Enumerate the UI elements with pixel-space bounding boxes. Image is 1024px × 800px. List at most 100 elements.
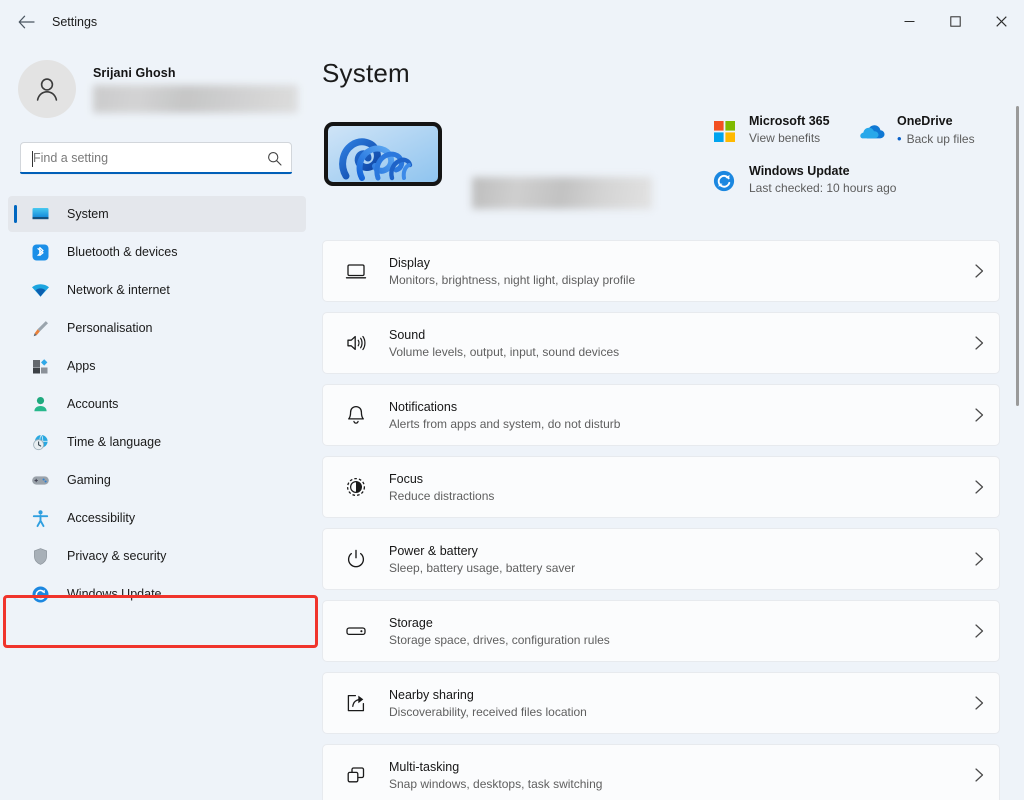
power-icon [343, 546, 369, 572]
cloud-services-row-bottom: Windows Update Last checked: 10 hours ag… [710, 164, 1010, 195]
maximize-button[interactable] [932, 0, 978, 42]
main-content: System Microsoft 365 View benefits OneDr… [312, 42, 1024, 800]
settings-row-text: Focus Reduce distractions [389, 472, 959, 503]
sidebar-item-system[interactable]: System [8, 196, 306, 232]
sidebar-item-windows-update[interactable]: Windows Update [8, 576, 306, 612]
settings-row-text: Power & battery Sleep, battery usage, ba… [389, 544, 959, 575]
device-thumbnail[interactable] [324, 122, 442, 186]
search-input[interactable]: Find a setting [20, 142, 292, 174]
settings-row-storage[interactable]: Storage Storage space, drives, configura… [322, 600, 1000, 662]
microsoft-365-text: Microsoft 365 View benefits [749, 114, 830, 145]
settings-row-subtitle: Discoverability, received files location [389, 704, 587, 719]
minimize-button[interactable] [886, 0, 932, 42]
chevron-right-icon [959, 624, 999, 638]
settings-row-subtitle: Sleep, battery usage, battery saver [389, 560, 576, 575]
cloud-subtitle: Back up files [897, 131, 975, 146]
chevron-right-icon [959, 264, 999, 278]
settings-row-title: Storage [389, 615, 433, 630]
windows-update-status-card[interactable]: Windows Update Last checked: 10 hours ag… [710, 164, 896, 195]
bell-icon [343, 402, 369, 428]
window-title: Settings [52, 15, 98, 29]
storage-drive-icon [343, 618, 369, 644]
back-button[interactable] [10, 8, 42, 36]
text-cursor [32, 151, 33, 167]
person-avatar-icon [36, 78, 58, 101]
gamepad-icon [30, 470, 50, 490]
sidebar-item-network-internet[interactable]: Network & internet [8, 272, 306, 308]
settings-row-nearby-sharing[interactable]: Nearby sharing Discoverability, received… [322, 672, 1000, 734]
settings-row-sound[interactable]: Sound Volume levels, output, input, soun… [322, 312, 1000, 374]
minimize-icon [904, 20, 914, 22]
page-title: System [322, 58, 410, 88]
sidebar-item-accounts[interactable]: Accounts [8, 386, 306, 422]
onedrive-cloud-icon [858, 117, 886, 145]
close-button[interactable] [978, 0, 1024, 42]
settings-row-subtitle: Monitors, brightness, night light, displ… [389, 272, 636, 287]
cloud-services: Microsoft 365 View benefits OneDrive Bac… [710, 114, 1010, 195]
back-arrow-icon [18, 15, 35, 29]
window-controls [886, 0, 1024, 42]
cloud-services-row-top: Microsoft 365 View benefits OneDrive Bac… [710, 114, 1010, 146]
device-name-redacted [472, 177, 652, 209]
sidebar-item-label: Bluetooth & devices [67, 245, 178, 259]
sidebar-nav: System Bluetooth & devices Network & int… [8, 194, 306, 614]
windows-update-status-text: Windows Update Last checked: 10 hours ag… [749, 164, 896, 195]
cloud-title: OneDrive [897, 114, 953, 128]
account-text: Srijani Ghosh [93, 66, 298, 113]
search-placeholder: Find a setting [33, 151, 109, 165]
settings-row-title: Power & battery [389, 543, 478, 558]
sidebar-item-apps[interactable]: Apps [8, 348, 306, 384]
sidebar-item-label: Accounts [67, 397, 119, 411]
paintbrush-icon [30, 318, 50, 338]
settings-window: Settings Srijani Ghosh Find a setting Sy… [0, 0, 1024, 800]
display-monitor-icon [343, 258, 369, 284]
sidebar-item-accessibility[interactable]: Accessibility [8, 500, 306, 536]
person-icon [30, 394, 50, 414]
clock-globe-icon [30, 432, 50, 452]
chevron-right-icon [959, 552, 999, 566]
search-container: Find a setting [20, 142, 292, 174]
cloud-subtitle: Last checked: 10 hours ago [749, 181, 897, 195]
sidebar-item-label: Windows Update [67, 587, 162, 601]
settings-row-text: Sound Volume levels, output, input, soun… [389, 328, 959, 359]
onedrive-text: OneDrive Back up files [897, 114, 975, 146]
chevron-right-icon [959, 696, 999, 710]
settings-row-title: Notifications [389, 399, 458, 414]
chevron-right-icon [959, 768, 999, 782]
settings-row-multi-tasking[interactable]: Multi-tasking Snap windows, desktops, ta… [322, 744, 1000, 800]
sidebar-item-personalisation[interactable]: Personalisation [8, 310, 306, 346]
settings-row-notifications[interactable]: Notifications Alerts from apps and syste… [322, 384, 1000, 446]
sidebar-item-label: Personalisation [67, 321, 153, 335]
accessibility-icon [30, 508, 50, 528]
share-icon [343, 690, 369, 716]
settings-row-display[interactable]: Display Monitors, brightness, night ligh… [322, 240, 1000, 302]
sidebar-item-privacy-security[interactable]: Privacy & security [8, 538, 306, 574]
sidebar-item-label: Time & language [67, 435, 162, 449]
windows-bloom-wallpaper [328, 126, 438, 182]
onedrive-card[interactable]: OneDrive Back up files [858, 114, 975, 146]
shield-icon [30, 546, 50, 566]
sidebar: Srijani Ghosh Find a setting System Blue… [0, 42, 318, 800]
cloud-title: Windows Update [749, 164, 850, 178]
settings-row-title: Display [389, 255, 430, 270]
sidebar-item-bluetooth-devices[interactable]: Bluetooth & devices [8, 234, 306, 270]
settings-row-subtitle: Volume levels, output, input, sound devi… [389, 344, 620, 359]
settings-row-subtitle: Storage space, drives, configuration rul… [389, 632, 610, 647]
cloud-title: Microsoft 365 [749, 114, 830, 128]
cloud-subtitle: View benefits [749, 131, 821, 145]
microsoft-365-card[interactable]: Microsoft 365 View benefits [710, 114, 858, 146]
settings-row-subtitle: Snap windows, desktops, task switching [389, 776, 603, 791]
sidebar-item-time-language[interactable]: Time & language [8, 424, 306, 460]
settings-row-title: Sound [389, 327, 426, 342]
sidebar-item-label: Apps [67, 359, 96, 373]
vertical-scrollbar[interactable] [1016, 106, 1019, 406]
settings-row-text: Notifications Alerts from apps and syste… [389, 400, 959, 431]
chevron-right-icon [959, 408, 999, 422]
settings-row-power-battery[interactable]: Power & battery Sleep, battery usage, ba… [322, 528, 1000, 590]
sidebar-item-gaming[interactable]: Gaming [8, 462, 306, 498]
settings-row-focus[interactable]: Focus Reduce distractions [322, 456, 1000, 518]
account-card[interactable]: Srijani Ghosh [18, 56, 298, 122]
device-card: Rename [324, 122, 652, 279]
wifi-icon [30, 280, 50, 300]
sidebar-item-label: Network & internet [67, 283, 170, 297]
